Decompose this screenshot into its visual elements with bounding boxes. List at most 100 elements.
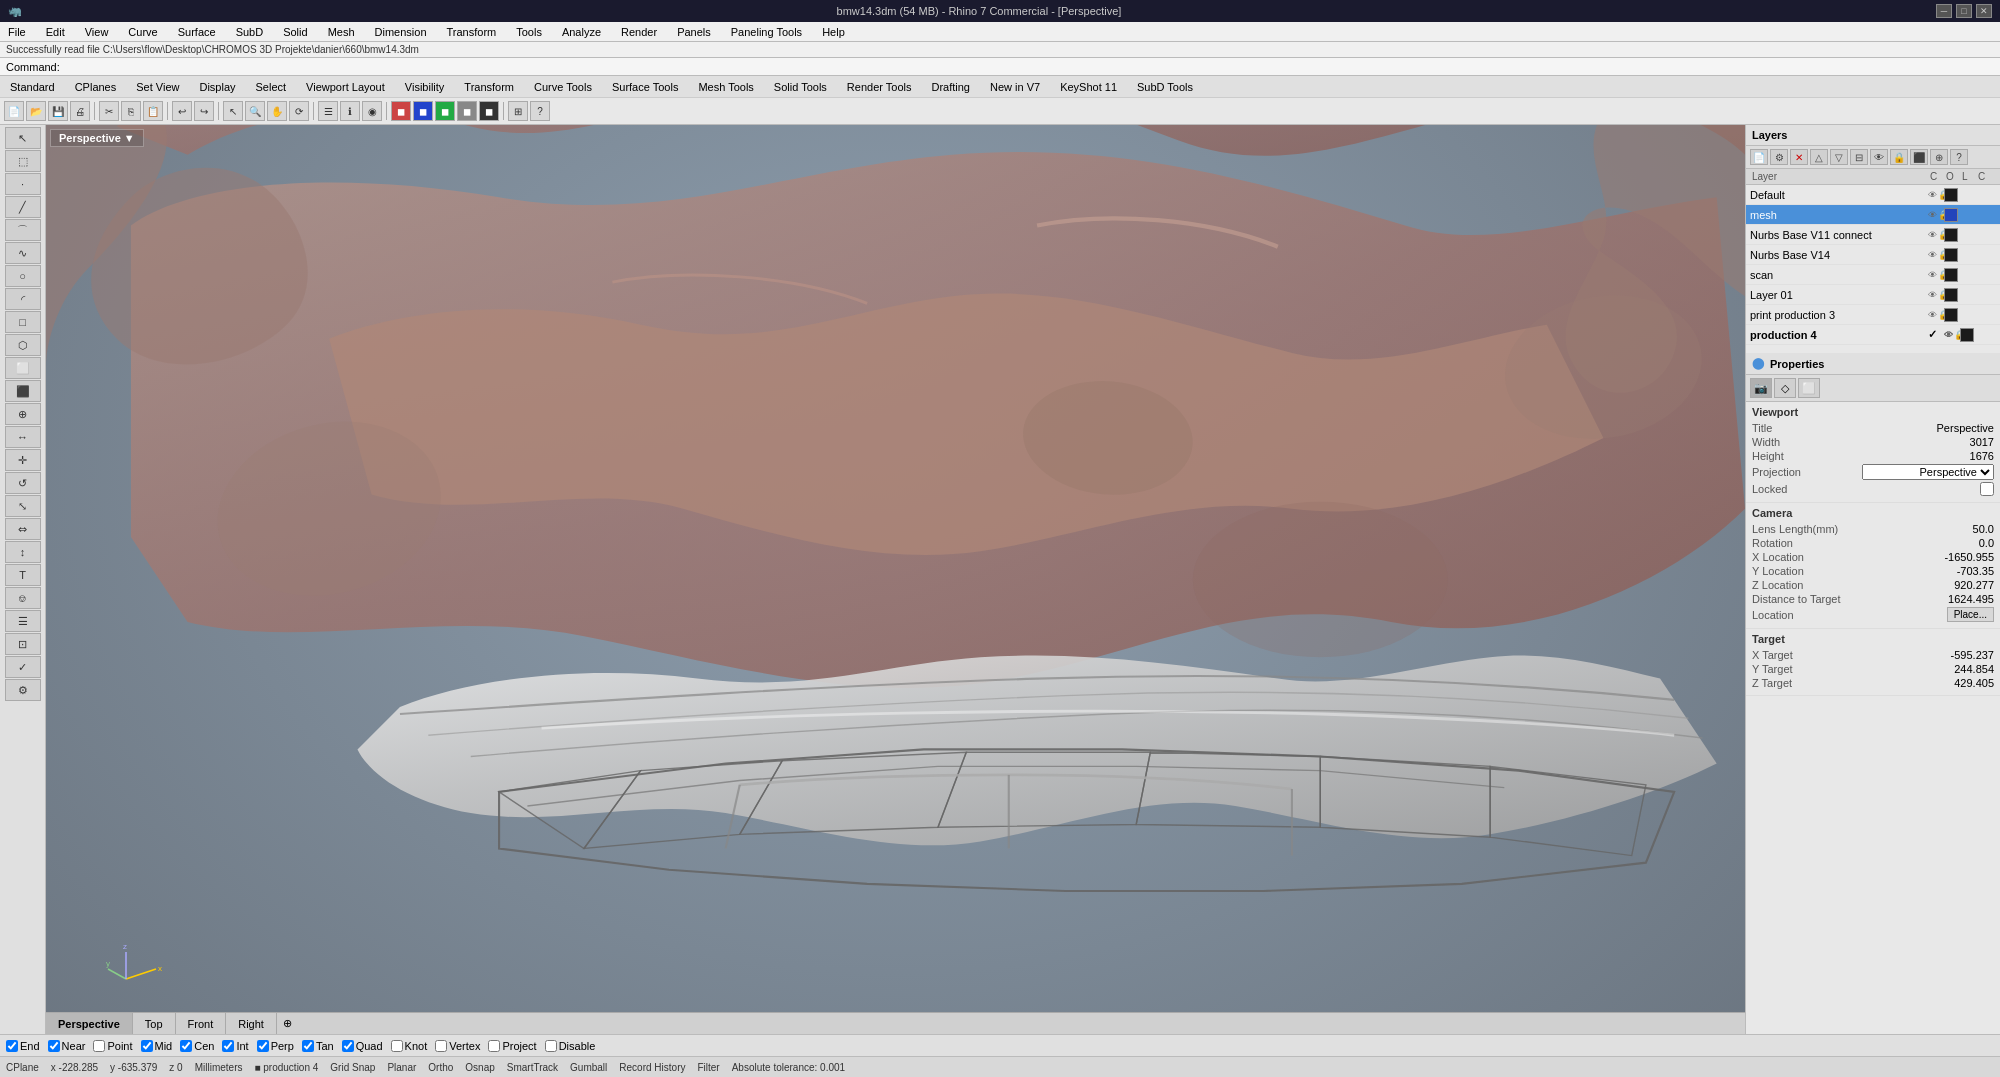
layers-up[interactable]: △ [1810, 149, 1828, 165]
tab-transform[interactable]: Transform [458, 80, 520, 94]
layer-color-nurbs-v11[interactable] [1944, 228, 1958, 242]
layers-lock[interactable]: 🔒 [1890, 149, 1908, 165]
tb-grid[interactable]: ⊞ [508, 101, 528, 121]
close-button[interactable]: ✕ [1976, 4, 1992, 18]
tb-select[interactable]: ↖ [223, 101, 243, 121]
snap-end[interactable]: End [6, 1040, 40, 1052]
snap-cen[interactable]: Cen [180, 1040, 214, 1052]
layer-color-nurbs-v14[interactable] [1944, 248, 1958, 262]
layers-down[interactable]: ▽ [1830, 149, 1848, 165]
coord-osnap[interactable]: Osnap [465, 1062, 494, 1073]
props-row-projection[interactable]: Projection Perspective Parallel Two-Poin… [1752, 464, 1994, 480]
tb-display5[interactable]: ◼ [479, 101, 499, 121]
snap-vertex-cb[interactable] [435, 1040, 447, 1052]
lt-text[interactable]: T [5, 564, 41, 586]
lt-transform[interactable]: ↔ [5, 426, 41, 448]
menu-dimension[interactable]: Dimension [371, 24, 431, 40]
lt-mirror[interactable]: ⇔ [5, 518, 41, 540]
tab-drafting[interactable]: Drafting [925, 80, 976, 94]
layer-color-print-prod3[interactable] [1944, 308, 1958, 322]
view-tab-perspective[interactable]: Perspective [46, 1013, 133, 1034]
tab-set-view[interactable]: Set View [130, 80, 185, 94]
coord-grid-snap[interactable]: Grid Snap [330, 1062, 375, 1073]
tb-redo[interactable]: ↪ [194, 101, 214, 121]
lt-select2[interactable]: ⬚ [5, 150, 41, 172]
menu-panels[interactable]: Panels [673, 24, 715, 40]
tb-pan[interactable]: ✋ [267, 101, 287, 121]
viewport-container[interactable]: Perspective ▼ x y z Perspective Top Fron… [46, 125, 1745, 1034]
tb-paste[interactable]: 📋 [143, 101, 163, 121]
snap-near-cb[interactable] [48, 1040, 60, 1052]
tb-display1[interactable]: ◼ [391, 101, 411, 121]
tb-display4[interactable]: ◼ [457, 101, 477, 121]
lt-extrude[interactable]: ⬛ [5, 380, 41, 402]
lt-line[interactable]: ╱ [5, 196, 41, 218]
menu-mesh[interactable]: Mesh [324, 24, 359, 40]
layers-misc2[interactable]: ? [1950, 149, 1968, 165]
layer-color-mesh[interactable] [1944, 208, 1958, 222]
view-tab-add[interactable]: ⊕ [277, 1015, 298, 1032]
tb-props[interactable]: ℹ [340, 101, 360, 121]
maximize-button[interactable]: □ [1956, 4, 1972, 18]
snap-disable-cb[interactable] [545, 1040, 557, 1052]
layer-row-mesh[interactable]: mesh 👁 🔒 [1746, 205, 2000, 225]
snap-quad-cb[interactable] [342, 1040, 354, 1052]
tb-zoom[interactable]: 🔍 [245, 101, 265, 121]
menu-curve[interactable]: Curve [124, 24, 161, 40]
layer-color-default[interactable] [1944, 188, 1958, 202]
tab-visibility[interactable]: Visibility [399, 80, 451, 94]
menu-render[interactable]: Render [617, 24, 661, 40]
lt-move[interactable]: ✛ [5, 449, 41, 471]
layers-misc1[interactable]: ⊕ [1930, 149, 1948, 165]
tab-viewport-layout[interactable]: Viewport Layout [300, 80, 391, 94]
tab-surface-tools[interactable]: Surface Tools [606, 80, 684, 94]
lt-point[interactable]: · [5, 173, 41, 195]
lt-curve[interactable]: ∿ [5, 242, 41, 264]
tab-standard[interactable]: Standard [4, 80, 61, 94]
snap-perp[interactable]: Perp [257, 1040, 294, 1052]
snap-disable[interactable]: Disable [545, 1040, 596, 1052]
tab-mesh-tools[interactable]: Mesh Tools [692, 80, 759, 94]
layer-row-nurbs-v14[interactable]: Nurbs Base V14 👁 🔒 [1746, 245, 2000, 265]
tab-subd[interactable]: SubD Tools [1131, 80, 1199, 94]
tb-copy[interactable]: ⎘ [121, 101, 141, 121]
props-btn-place[interactable]: Place... [1947, 607, 1994, 622]
tb-display3[interactable]: ◼ [435, 101, 455, 121]
layer-row-print-prod3[interactable]: print production 3 👁 🔒 [1746, 305, 2000, 325]
lt-polygon[interactable]: ⬡ [5, 334, 41, 356]
lt-analyze[interactable]: ⎊ [5, 587, 41, 609]
menu-tools[interactable]: Tools [512, 24, 546, 40]
viewport-label[interactable]: Perspective ▼ [50, 129, 144, 147]
command-input[interactable] [64, 61, 1994, 73]
snap-vertex[interactable]: Vertex [435, 1040, 480, 1052]
viewport-canvas[interactable]: Perspective ▼ x y z Perspective Top Fron… [46, 125, 1745, 1034]
coord-planar[interactable]: Planar [387, 1062, 416, 1073]
tb-new[interactable]: 📄 [4, 101, 24, 121]
lt-bool[interactable]: ⊕ [5, 403, 41, 425]
tab-display[interactable]: Display [193, 80, 241, 94]
layer-row-nurbs-v11[interactable]: Nurbs Base V11 connect 👁 🔒 [1746, 225, 2000, 245]
tab-render-tools[interactable]: Render Tools [841, 80, 918, 94]
lt-surface[interactable]: ⬜ [5, 357, 41, 379]
tb-print[interactable]: 🖨 [70, 101, 90, 121]
menu-edit[interactable]: Edit [42, 24, 69, 40]
snap-tan[interactable]: Tan [302, 1040, 334, 1052]
lt-circle[interactable]: ○ [5, 265, 41, 287]
snap-perp-cb[interactable] [257, 1040, 269, 1052]
lt-rotate[interactable]: ↺ [5, 472, 41, 494]
coord-filter[interactable]: Filter [697, 1062, 719, 1073]
tb-undo[interactable]: ↩ [172, 101, 192, 121]
menu-paneling[interactable]: Paneling Tools [727, 24, 806, 40]
snap-mid-cb[interactable] [141, 1040, 153, 1052]
lt-scale[interactable]: ⤡ [5, 495, 41, 517]
minimize-button[interactable]: ─ [1936, 4, 1952, 18]
snap-project[interactable]: Project [488, 1040, 536, 1052]
layers-new[interactable]: 📄 [1750, 149, 1768, 165]
lt-polyline[interactable]: ⌒ [5, 219, 41, 241]
tb-layer[interactable]: ☰ [318, 101, 338, 121]
snap-tan-cb[interactable] [302, 1040, 314, 1052]
lt-snap[interactable]: ⊡ [5, 633, 41, 655]
lt-layers[interactable]: ☰ [5, 610, 41, 632]
view-tab-right[interactable]: Right [226, 1013, 277, 1034]
layer-color-layer01[interactable] [1944, 288, 1958, 302]
